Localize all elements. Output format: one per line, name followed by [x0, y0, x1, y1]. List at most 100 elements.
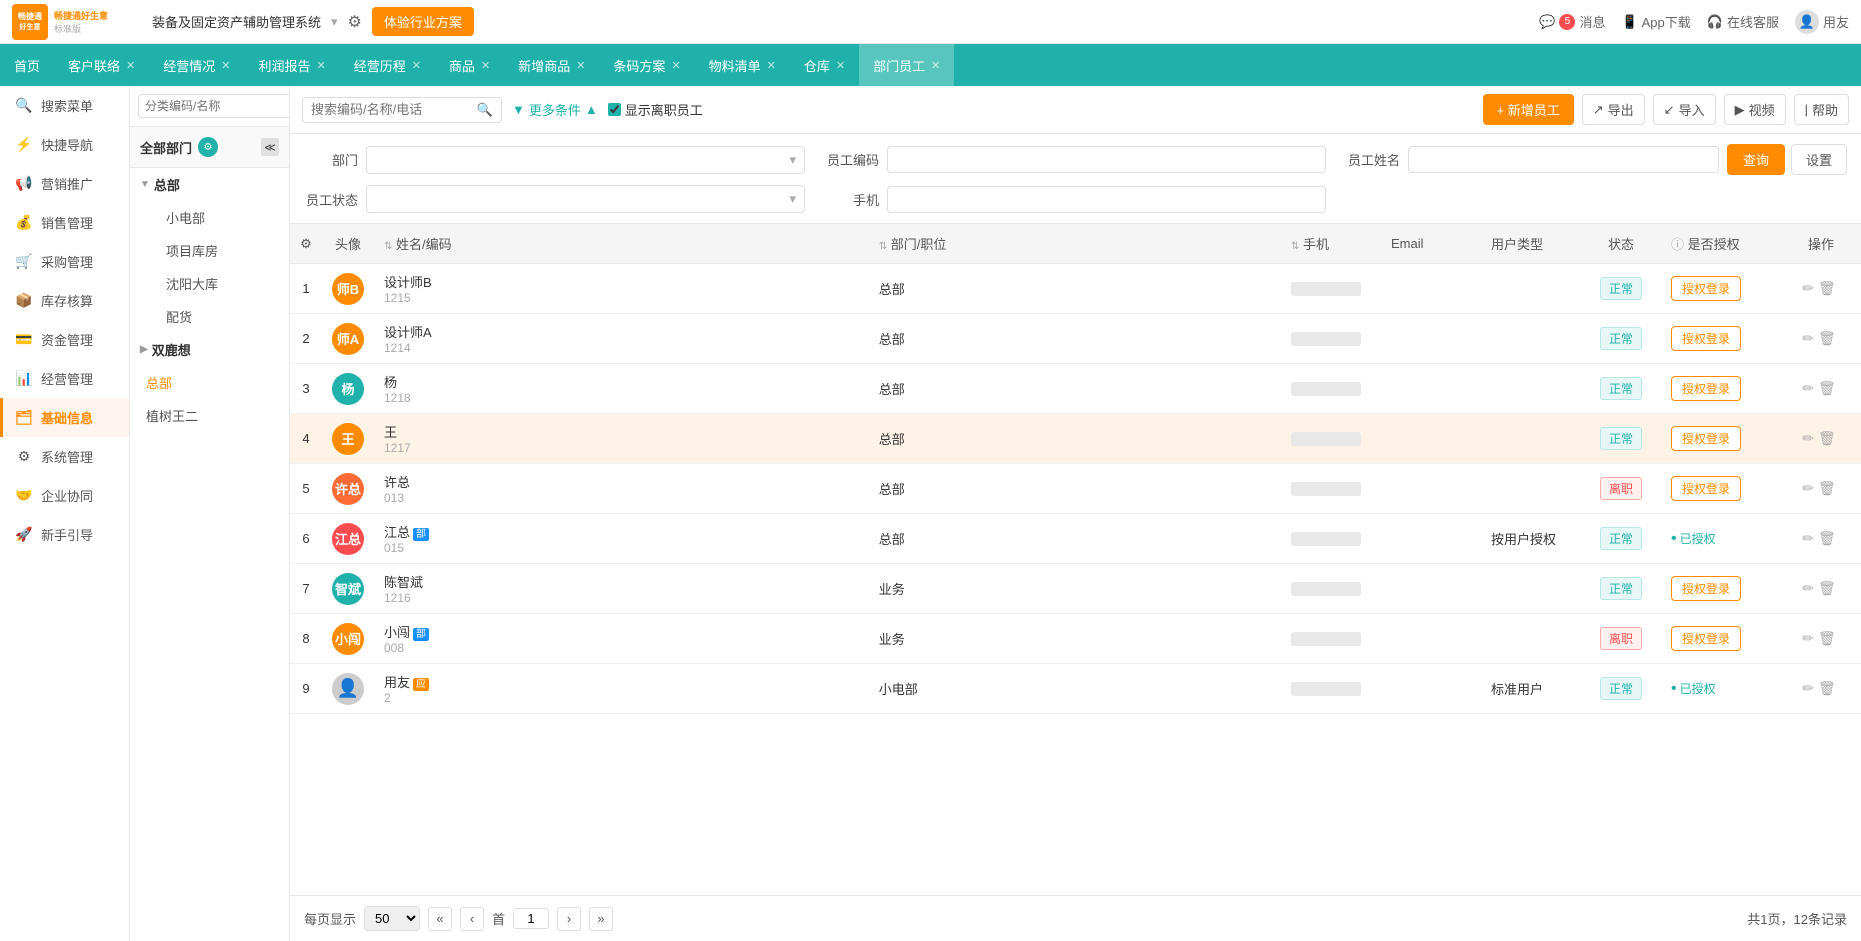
help-button[interactable]: | 帮助 — [1794, 94, 1849, 125]
tree-item-xiaodibu[interactable]: 小电部 — [150, 201, 289, 234]
sidebar-item-search[interactable]: 🔍 搜索菜单 — [0, 86, 129, 125]
first-page-btn[interactable]: « — [428, 907, 452, 931]
trial-button[interactable]: 体验行业方案 — [372, 7, 474, 36]
th-name[interactable]: ⇅ 姓名/编码 — [374, 224, 869, 264]
auth-login-button[interactable]: 授权登录 — [1671, 426, 1741, 451]
sidebar-item-collab[interactable]: 🤝 企业协同 — [0, 476, 129, 515]
tab-customer[interactable]: 客户联络 ✕ — [54, 44, 149, 86]
sidebar-item-guide[interactable]: 🚀 新手引导 — [0, 515, 129, 554]
tree-group-hq[interactable]: ▼ 总部 — [130, 168, 289, 201]
tab-close-barcode[interactable]: ✕ — [671, 59, 680, 72]
th-settings[interactable]: ⚙ — [290, 224, 322, 264]
tab-bom[interactable]: 物料清单 ✕ — [695, 44, 790, 86]
edit-icon[interactable]: ✏ — [1802, 480, 1814, 496]
auth-login-button[interactable]: 授权登录 — [1671, 276, 1741, 301]
tab-close-bom[interactable]: ✕ — [767, 59, 776, 72]
export-button[interactable]: ↗ 导出 — [1582, 94, 1645, 125]
edit-icon[interactable]: ✏ — [1802, 680, 1814, 696]
tree-group-shuanglu[interactable]: ▶ 双鹿想 — [130, 333, 289, 366]
edit-icon[interactable]: ✏ — [1802, 330, 1814, 346]
sidebar-item-finance[interactable]: 💳 资金管理 — [0, 320, 129, 359]
sidebar-item-purchase[interactable]: 🛒 采购管理 — [0, 242, 129, 281]
dropdown-icon[interactable]: ▾ — [331, 14, 338, 30]
tree-item-project[interactable]: 项目库房 — [150, 234, 289, 267]
tree-item-zhishu[interactable]: 植树王二 — [130, 399, 289, 432]
filter-empname-input[interactable] — [1408, 146, 1719, 173]
sidebar-item-system[interactable]: ⚙ 系统管理 — [0, 437, 129, 476]
gear-icon[interactable]: ⚙ — [348, 12, 362, 32]
search-input-wrap[interactable]: 🔍 — [302, 97, 502, 123]
delete-icon[interactable]: 🗑 — [1818, 580, 1836, 596]
tab-barcode[interactable]: 条码方案 ✕ — [599, 44, 694, 86]
th-dept[interactable]: ⇅ 部门/职位 — [869, 224, 1281, 264]
delete-icon[interactable]: 🗑 — [1818, 530, 1836, 546]
tab-close-customer[interactable]: ✕ — [126, 59, 135, 72]
tab-warehouse[interactable]: 仓库 ✕ — [790, 44, 859, 86]
tab-goods[interactable]: 商品 ✕ — [435, 44, 504, 86]
filter-status-select[interactable]: ▾ — [366, 185, 805, 213]
th-phone[interactable]: ⇅ 手机 — [1281, 224, 1381, 264]
import-button[interactable]: ↙ 导入 — [1653, 94, 1716, 125]
delete-icon[interactable]: 🗑 — [1818, 430, 1836, 446]
edit-icon[interactable]: ✏ — [1802, 580, 1814, 596]
tree-item-zongbu[interactable]: 总部 — [130, 366, 289, 399]
auth-login-button[interactable]: 授权登录 — [1671, 326, 1741, 351]
show-resigned-label[interactable]: 显示离职员工 — [608, 100, 703, 119]
tab-close-goods[interactable]: ✕ — [481, 59, 490, 72]
dept-settings-icon[interactable]: ⚙ — [198, 137, 218, 157]
tab-staff[interactable]: 部门员工 ✕ — [859, 44, 954, 86]
prev-page-btn[interactable]: ‹ — [460, 907, 484, 931]
tab-add-goods[interactable]: 新增商品 ✕ — [504, 44, 599, 86]
tab-close-warehouse[interactable]: ✕ — [836, 59, 845, 72]
sidebar-item-operation[interactable]: 📊 经营管理 — [0, 359, 129, 398]
sidebar-item-base[interactable]: 🗂 基础信息 — [0, 398, 129, 437]
edit-icon[interactable]: ✏ — [1802, 380, 1814, 396]
setup-button[interactable]: 设置 — [1791, 144, 1847, 175]
add-employee-button[interactable]: + 新增员工 — [1483, 94, 1574, 125]
edit-icon[interactable]: ✏ — [1802, 280, 1814, 296]
category-search-input[interactable] — [138, 94, 290, 118]
filter-dept-select[interactable]: ▾ — [366, 146, 805, 174]
delete-icon[interactable]: 🗑 — [1818, 630, 1836, 646]
delete-icon[interactable]: 🗑 — [1818, 480, 1836, 496]
tab-close-add-goods[interactable]: ✕ — [576, 59, 585, 72]
tab-close-staff[interactable]: ✕ — [931, 59, 940, 72]
sidebar-item-inventory[interactable]: 📦 库存核算 — [0, 281, 129, 320]
auth-login-button[interactable]: 授权登录 — [1671, 476, 1741, 501]
query-button[interactable]: 查询 — [1727, 144, 1785, 175]
app-download[interactable]: 📱 App下载 — [1621, 12, 1690, 31]
tab-home[interactable]: 首页 — [0, 44, 54, 86]
tree-item-delivery[interactable]: 配货 — [150, 300, 289, 333]
edit-icon[interactable]: ✏ — [1802, 630, 1814, 646]
page-input[interactable] — [513, 908, 549, 929]
show-resigned-checkbox[interactable] — [608, 103, 621, 116]
tab-close-profit[interactable]: ✕ — [317, 59, 326, 72]
sidebar-item-marketing[interactable]: 📢 营销推广 — [0, 164, 129, 203]
user-profile[interactable]: 👤 用友 — [1795, 10, 1849, 34]
left-panel-collapse-btn[interactable]: ≪ — [261, 138, 279, 156]
next-page-btn[interactable]: › — [557, 907, 581, 931]
view-button[interactable]: ▶ 视频 — [1724, 94, 1786, 125]
edit-icon[interactable]: ✏ — [1802, 430, 1814, 446]
auth-login-button[interactable]: 授权登录 — [1671, 576, 1741, 601]
online-service[interactable]: 🎧 在线客服 — [1707, 12, 1779, 31]
tab-profit[interactable]: 利润报告 ✕ — [244, 44, 339, 86]
tab-history[interactable]: 经营历程 ✕ — [340, 44, 435, 86]
tab-operation[interactable]: 经营情况 ✕ — [149, 44, 244, 86]
delete-icon[interactable]: 🗑 — [1818, 280, 1836, 296]
auth-login-button[interactable]: 授权登录 — [1671, 376, 1741, 401]
filter-empcode-input[interactable] — [887, 146, 1326, 173]
page-size-select[interactable]: 50 100 200 — [364, 906, 420, 931]
message-icon-group[interactable]: 💬 5 消息 — [1539, 12, 1605, 31]
delete-icon[interactable]: 🗑 — [1818, 680, 1836, 696]
auth-login-button[interactable]: 授权登录 — [1671, 626, 1741, 651]
delete-icon[interactable]: 🗑 — [1818, 380, 1836, 396]
tab-close-history[interactable]: ✕ — [412, 59, 421, 72]
search-input[interactable] — [311, 102, 473, 117]
sidebar-item-sales[interactable]: 💰 销售管理 — [0, 203, 129, 242]
filter-phone-input[interactable] — [887, 186, 1326, 213]
tab-close-operation[interactable]: ✕ — [221, 59, 230, 72]
more-filter-btn[interactable]: ▼ 更多条件 ▲ — [512, 100, 598, 119]
last-page-btn[interactable]: » — [589, 907, 613, 931]
tree-item-shenyang[interactable]: 沈阳大库 — [150, 267, 289, 300]
